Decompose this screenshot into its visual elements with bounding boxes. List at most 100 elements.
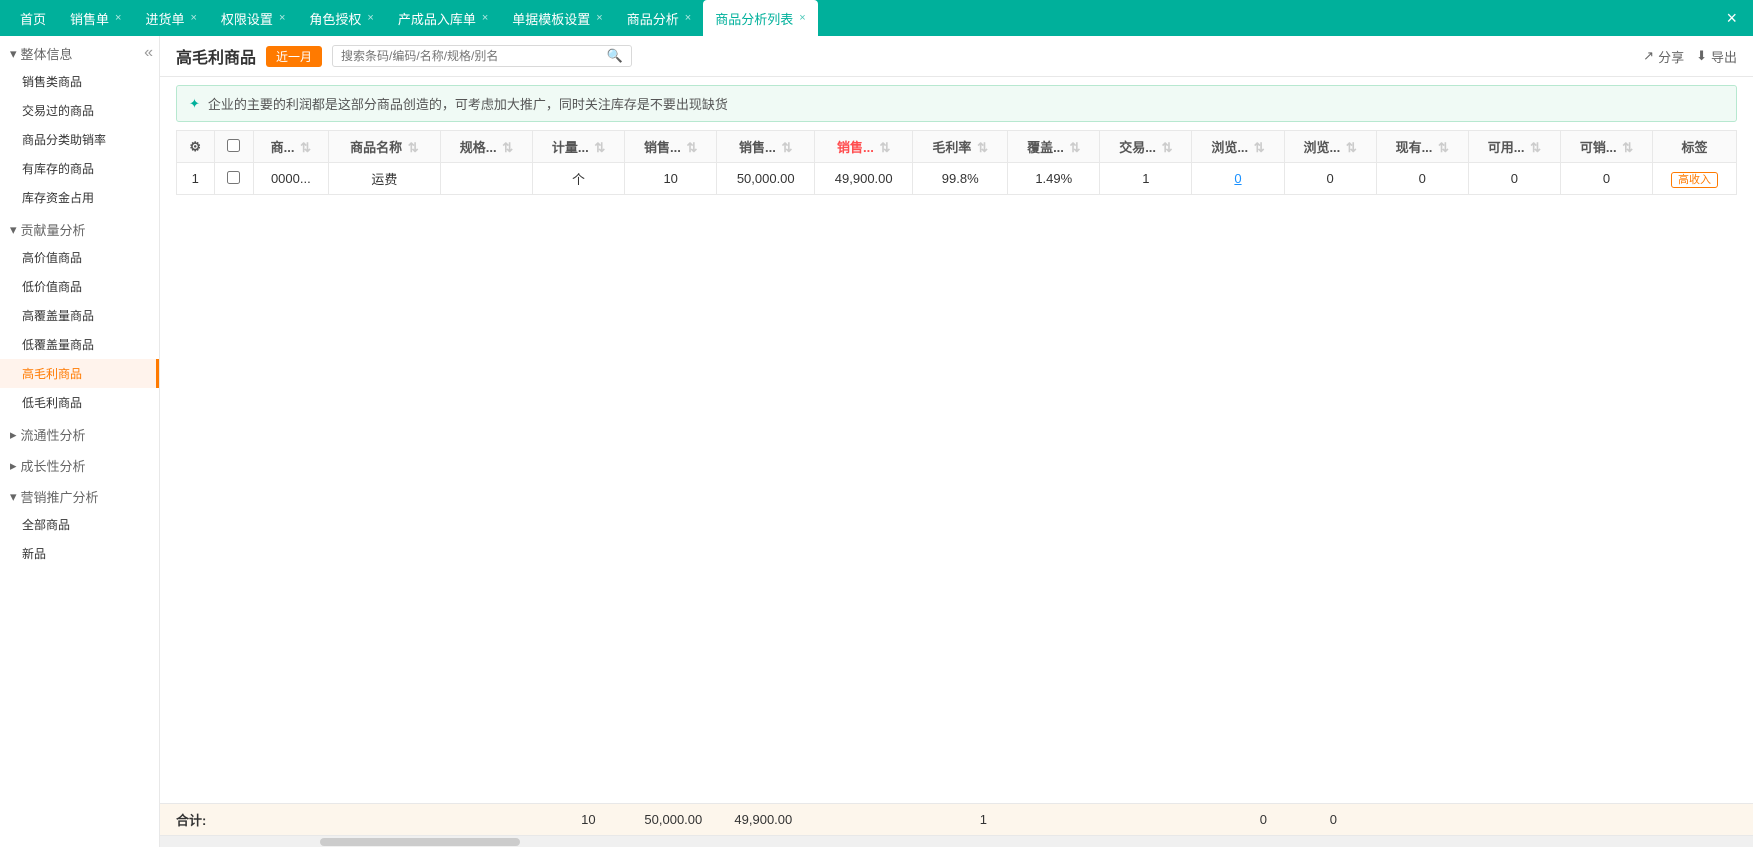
close-template-tab[interactable]: × [596, 12, 602, 24]
footer-spacer4 [488, 812, 548, 827]
close-product-analysis-tab[interactable]: × [685, 12, 691, 24]
col-sellable[interactable]: 可销... ⇅ [1560, 131, 1652, 163]
sort-icon-name: ⇅ [408, 140, 419, 155]
row-checkbox[interactable] [214, 163, 253, 195]
export-button[interactable]: ⬇ 导出 [1696, 47, 1737, 66]
col-views1[interactable]: 浏览... ⇅ [1192, 131, 1284, 163]
sidebar-group-liquidity[interactable]: ▸ 流通性分析 [0, 417, 159, 448]
close-role-tab[interactable]: × [367, 12, 373, 24]
close-permission-tab[interactable]: × [279, 12, 285, 24]
footer-views2 [1088, 812, 1158, 827]
sidebar-item-traded-goods[interactable]: 交易过的商品 [0, 96, 159, 125]
sidebar-item-high-coverage[interactable]: 高覆盖量商品 [0, 301, 159, 330]
close-product-analysis-list-tab[interactable]: × [799, 12, 805, 24]
sidebar-group-growth[interactable]: ▸ 成长性分析 [0, 448, 159, 479]
row-index: 1 [177, 163, 215, 195]
footer-cells: 10 50,000.00 49,900.00 1 0 0 [218, 812, 1737, 827]
row-tag: 高收入 [1653, 163, 1737, 195]
search-icon[interactable]: 🔍 [607, 48, 623, 64]
window-close-button[interactable]: × [1718, 8, 1745, 29]
row-coverage: 1.49% [1008, 163, 1100, 195]
col-sales-amount[interactable]: 销售... ⇅ [717, 131, 815, 163]
close-purchase-tab[interactable]: × [190, 12, 196, 24]
col-transactions[interactable]: 交易... ⇅ [1100, 131, 1192, 163]
sidebar-group-overall[interactable]: ▾ 整体信息 [0, 36, 159, 67]
col-sales-qty[interactable]: 销售... ⇅ [625, 131, 717, 163]
sort-icon-available: ⇅ [1530, 140, 1541, 155]
nav-item-permission[interactable]: 权限设置 × [209, 0, 297, 36]
col-name[interactable]: 商品名称 ⇅ [328, 131, 440, 163]
sidebar-item-low-value[interactable]: 低价值商品 [0, 272, 159, 301]
sort-icon-code: ⇅ [300, 140, 311, 155]
row-available: 0 [1468, 163, 1560, 195]
export-icon: ⬇ [1696, 48, 1707, 64]
nav-item-sales[interactable]: 销售单 × [58, 0, 133, 36]
sidebar-group-marketing[interactable]: ▾ 营销推广分析 [0, 479, 159, 510]
col-sales-cost[interactable]: 销售... ⇅ [815, 131, 913, 163]
sidebar-item-high-value[interactable]: 高价值商品 [0, 243, 159, 272]
row-transactions: 1 [1100, 163, 1192, 195]
col-unit[interactable]: 计量... ⇅ [533, 131, 625, 163]
sidebar-item-new-goods[interactable]: 新品 [0, 539, 159, 568]
nav-item-purchase[interactable]: 进货单 × [133, 0, 208, 36]
arrow-down-icon-3: ▾ [10, 489, 17, 505]
col-views2[interactable]: 浏览... ⇅ [1284, 131, 1376, 163]
sidebar-item-category-rate[interactable]: 商品分类助销率 [0, 125, 159, 154]
header-actions: ↗ 分享 ⬇ 导出 [1643, 47, 1737, 66]
share-icon: ↗ [1643, 48, 1654, 64]
sidebar-item-all-goods[interactable]: 全部商品 [0, 510, 159, 539]
col-available[interactable]: 可用... ⇅ [1468, 131, 1560, 163]
views1-link[interactable]: 0 [1234, 171, 1241, 186]
scrollbar-thumb[interactable] [320, 838, 520, 846]
filter-recent-month-button[interactable]: 近一月 [266, 46, 322, 67]
nav-item-role[interactable]: 角色授权 × [297, 0, 385, 36]
nav-item-home[interactable]: 首页 [8, 0, 58, 36]
content-header: 高毛利商品 近一月 🔍 ↗ 分享 ⬇ 导出 [160, 36, 1753, 77]
col-current-stock[interactable]: 现有... ⇅ [1376, 131, 1468, 163]
footer-available: 0 [1228, 812, 1298, 827]
row-gross-rate: 99.8% [913, 163, 1008, 195]
row-sales-cost: 49,900.00 [815, 163, 913, 195]
col-spec[interactable]: 规格... ⇅ [440, 131, 532, 163]
arrow-down-icon-2: ▾ [10, 222, 17, 238]
sort-icon-views2: ⇅ [1346, 140, 1357, 155]
sidebar-item-stock-capital[interactable]: 库存资金占用 [0, 183, 159, 212]
sidebar-item-low-coverage[interactable]: 低覆盖量商品 [0, 330, 159, 359]
data-table: ⚙ 商... ⇅ 商品名称 ⇅ 规格... [176, 130, 1737, 195]
sidebar: « ▾ 整体信息 销售类商品 交易过的商品 商品分类助销率 有库存的商品 库存资… [0, 36, 160, 847]
horizontal-scrollbar[interactable] [160, 835, 1753, 847]
row-views1[interactable]: 0 [1192, 163, 1284, 195]
sidebar-item-sales-goods[interactable]: 销售类商品 [0, 67, 159, 96]
close-product-warehouse-tab[interactable]: × [482, 12, 488, 24]
row-select-checkbox[interactable] [227, 171, 240, 184]
col-coverage[interactable]: 覆盖... ⇅ [1008, 131, 1100, 163]
sidebar-item-high-margin[interactable]: 高毛利商品 [0, 359, 159, 388]
sidebar-collapse-button[interactable]: « [144, 44, 153, 62]
row-sellable: 0 [1560, 163, 1652, 195]
sidebar-item-low-margin[interactable]: 低毛利商品 [0, 388, 159, 417]
search-box: 🔍 [332, 45, 632, 67]
col-checkbox[interactable] [214, 131, 253, 163]
col-settings[interactable]: ⚙ [177, 131, 215, 163]
footer-sales-amount: 50,000.00 [628, 812, 718, 827]
row-views2: 0 [1284, 163, 1376, 195]
nav-item-product-analysis[interactable]: 商品分析 × [615, 0, 703, 36]
col-tag[interactable]: 标签 [1653, 131, 1737, 163]
footer-spacer [218, 812, 328, 827]
nav-item-product-analysis-list[interactable]: 商品分析列表 × [703, 0, 817, 36]
row-current-stock: 0 [1376, 163, 1468, 195]
share-button[interactable]: ↗ 分享 [1643, 47, 1684, 66]
footer-views1 [1018, 812, 1088, 827]
col-gross-rate[interactable]: 毛利率 ⇅ [913, 131, 1008, 163]
sidebar-group-contribution[interactable]: ▾ 贡献量分析 [0, 212, 159, 243]
nav-item-template[interactable]: 单据模板设置 × [500, 0, 614, 36]
close-sales-tab[interactable]: × [115, 12, 121, 24]
footer-spacer3 [408, 812, 488, 827]
sidebar-item-in-stock-goods[interactable]: 有库存的商品 [0, 154, 159, 183]
nav-item-product-warehouse[interactable]: 产成品入库单 × [386, 0, 500, 36]
col-code[interactable]: 商... ⇅ [253, 131, 328, 163]
search-input[interactable] [341, 49, 607, 63]
footer-gross-rate [808, 812, 878, 827]
content-area: 高毛利商品 近一月 🔍 ↗ 分享 ⬇ 导出 [160, 36, 1753, 847]
select-all-checkbox[interactable] [227, 139, 240, 152]
